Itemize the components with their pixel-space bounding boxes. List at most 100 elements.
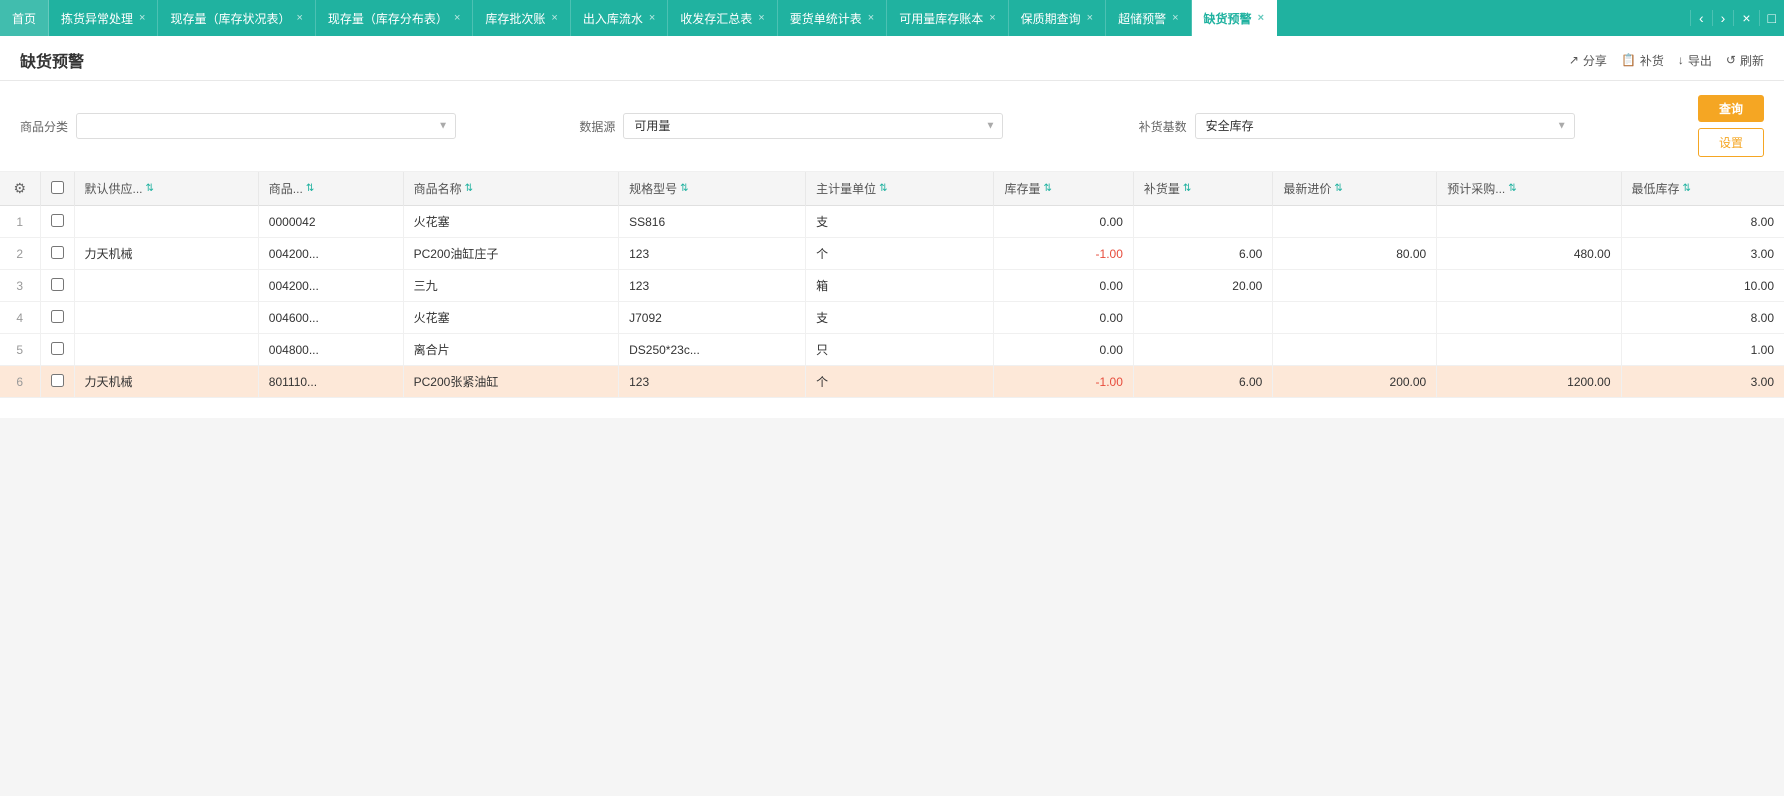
category-label: 商品分类 [20,118,68,135]
cell-min-stock: 8.00 [1621,206,1784,238]
query-button[interactable]: 查询 [1698,95,1764,122]
datasource-label: 数据源 [579,118,615,135]
tab-label: 超储预警 [1118,10,1166,27]
tab-order-stat[interactable]: 要货单统计表 × [778,0,887,36]
cell-supplier [74,334,258,366]
tab-close-icon[interactable]: × [454,12,460,24]
tab-prev-btn[interactable]: ‹ [1690,10,1712,26]
th-supplier[interactable]: 默认供应... ⇅ [74,172,258,206]
tab-expiry[interactable]: 保质期查询 × [1009,0,1106,36]
tab-close-icon[interactable]: × [139,12,145,24]
row-checkbox-cell[interactable] [40,334,74,366]
row-checkbox[interactable] [51,310,64,323]
tab-receive[interactable]: 收发存汇总表 × [668,0,777,36]
tab-abnormal[interactable]: 拣货异常处理 × [49,0,158,36]
sort-icon: ⇅ [1334,183,1342,194]
cell-stock: 0.00 [994,302,1133,334]
cell-spec: 123 [619,366,806,398]
th-spec[interactable]: 规格型号 ⇅ [619,172,806,206]
row-checkbox-cell[interactable] [40,206,74,238]
tab-shortage[interactable]: 缺货预警 × [1192,0,1277,36]
cell-supplier [74,270,258,302]
th-checkbox[interactable] [40,172,74,206]
share-icon: ↗ [1569,53,1579,67]
row-checkbox-cell[interactable] [40,302,74,334]
cell-code: 004600... [258,302,403,334]
data-table: ⚙ 默认供应... ⇅ 商品... ⇅ [0,172,1784,398]
tab-label: 现存量（库存分布表） [328,10,448,27]
th-latest-price[interactable]: 最新进价 ⇅ [1273,172,1437,206]
cell-min-stock: 8.00 [1621,302,1784,334]
cell-stock: -1.00 [994,238,1133,270]
select-all-checkbox[interactable] [51,181,64,194]
cell-code: 004200... [258,238,403,270]
table-row: 4 004600... 火花塞 J7092 支 0.00 8.00 [0,302,1784,334]
replenish-filter-group: 补货基数 安全库存 最低库存 ▼ [1139,113,1678,139]
replenish-button[interactable]: 📋 补货 [1621,52,1664,69]
row-checkbox[interactable] [51,246,64,259]
tab-maximize-btn[interactable]: □ [1759,10,1784,26]
share-button[interactable]: ↗ 分享 [1569,52,1607,69]
gear-icon[interactable]: ⚙ [13,180,26,196]
cell-replenish [1133,206,1272,238]
th-replenish[interactable]: 补货量 ⇅ [1133,172,1272,206]
tab-close-icon[interactable]: × [649,12,655,24]
category-select[interactable] [76,113,456,139]
tab-home[interactable]: 首页 [0,0,49,36]
th-code[interactable]: 商品... ⇅ [258,172,403,206]
main-content: 缺货预警 ↗ 分享 📋 补货 ↓ 导出 ↺ 刷新 商品分类 [0,36,1784,418]
tab-next-btn[interactable]: › [1712,10,1734,26]
cell-spec: DS250*23c... [619,334,806,366]
row-checkbox[interactable] [51,374,64,387]
th-gear[interactable]: ⚙ [0,172,40,206]
refresh-button[interactable]: ↺ 刷新 [1726,52,1764,69]
replenish-label: 补货 [1640,52,1664,69]
cell-code: 004200... [258,270,403,302]
th-name-label: 商品名称 [414,180,462,197]
tab-inventory-dist[interactable]: 现存量（库存分布表） × [316,0,473,36]
category-select-wrap: ▼ [76,113,456,139]
filter-area: 商品分类 ▼ 数据源 可用量 库存量 ▼ 补货基数 [0,81,1784,172]
tab-close-icon[interactable]: × [1172,12,1178,24]
cell-min-stock: 3.00 [1621,366,1784,398]
tab-inout[interactable]: 出入库流水 × [571,0,668,36]
refresh-icon: ↺ [1726,53,1736,67]
row-checkbox-cell[interactable] [40,270,74,302]
settings-button[interactable]: 设置 [1698,128,1764,157]
th-stock[interactable]: 库存量 ⇅ [994,172,1133,206]
row-checkbox-cell[interactable] [40,366,74,398]
row-checkbox-cell[interactable] [40,238,74,270]
tab-overstock[interactable]: 超储预警 × [1106,0,1191,36]
filter-actions: 查询 设置 [1698,95,1764,157]
table-row: 2 力天机械 004200... PC200油缸庄子 123 个 -1.00 6… [0,238,1784,270]
th-unit[interactable]: 主计量单位 ⇅ [806,172,994,206]
th-est-purchase[interactable]: 预计采购... ⇅ [1437,172,1621,206]
tab-close-icon[interactable]: × [1087,12,1093,24]
th-name[interactable]: 商品名称 ⇅ [403,172,618,206]
tab-close-icon[interactable]: × [551,12,557,24]
row-checkbox[interactable] [51,214,64,227]
cell-min-stock: 1.00 [1621,334,1784,366]
tab-close-icon[interactable]: × [989,12,995,24]
tab-close-icon[interactable]: × [296,12,302,24]
tab-inventory-status[interactable]: 现存量（库存状况表） × [158,0,315,36]
table-row: 3 004200... 三九 123 箱 0.00 20.00 10.00 [0,270,1784,302]
tab-label: 保质期查询 [1021,10,1081,27]
table-row: 1 0000042 火花塞 SS816 支 0.00 8.00 [0,206,1784,238]
tab-available[interactable]: 可用量库存账本 × [887,0,1008,36]
export-button[interactable]: ↓ 导出 [1678,52,1712,69]
cell-latest-price [1273,270,1437,302]
row-checkbox[interactable] [51,278,64,291]
th-supplier-label: 默认供应... [85,180,143,197]
replenish-select[interactable]: 安全库存 最低库存 [1195,113,1575,139]
tab-batch[interactable]: 库存批次账 × [473,0,570,36]
datasource-select[interactable]: 可用量 库存量 [623,113,1003,139]
row-checkbox[interactable] [51,342,64,355]
tab-close-icon[interactable]: × [1258,12,1264,24]
th-spec-label: 规格型号 [629,180,677,197]
tab-close-icon[interactable]: × [758,12,764,24]
share-label: 分享 [1583,52,1607,69]
tab-close-all-btn[interactable]: × [1733,10,1758,26]
th-min-stock[interactable]: 最低库存 ⇅ [1621,172,1784,206]
tab-close-icon[interactable]: × [868,12,874,24]
